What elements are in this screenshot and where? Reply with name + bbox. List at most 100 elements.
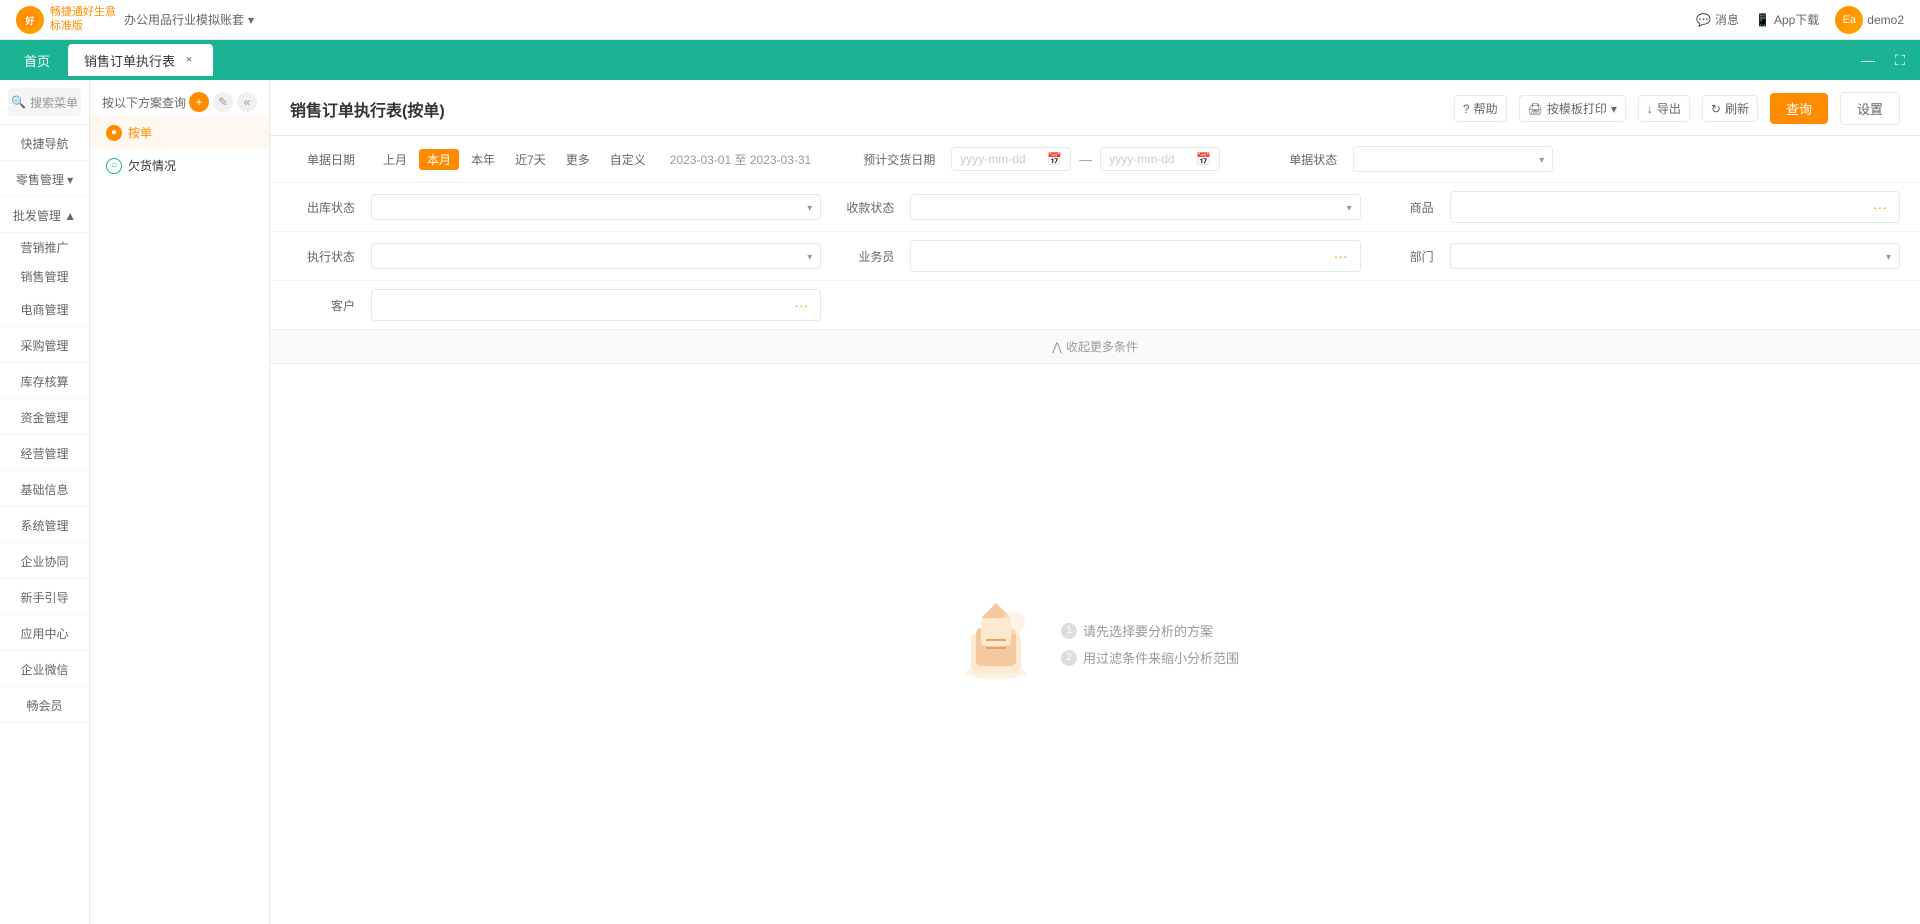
- help-button[interactable]: ? 帮助: [1454, 95, 1507, 122]
- goods-label: 商品: [1369, 199, 1434, 216]
- out-status-chevron-down-icon: [807, 200, 812, 214]
- tab-home[interactable]: 首页: [8, 44, 66, 76]
- salesman-dots-icon[interactable]: ···: [1330, 246, 1352, 266]
- window-minimize-button[interactable]: —: [1856, 48, 1880, 72]
- dept-select[interactable]: [1450, 243, 1900, 269]
- salesman-select[interactable]: ···: [910, 240, 1360, 272]
- empty-svg: [951, 598, 1041, 688]
- sidebar-item-qiye[interactable]: 企业协同: [0, 543, 89, 579]
- empty-step2: 2 用过滤条件来缩小分析范围: [1061, 648, 1239, 667]
- sidebar-item-lingshou[interactable]: 零售管理 ▾: [0, 161, 89, 197]
- sidebar-item-qiyeweixin[interactable]: 企业微信: [0, 651, 89, 687]
- app-download-button[interactable]: 📱 App下载: [1755, 11, 1819, 28]
- plan-item-qiankuan[interactable]: ○ 欠货情况: [90, 149, 269, 182]
- date-tab-lastmonth[interactable]: 上月: [375, 149, 415, 170]
- exec-status-label: 执行状态: [290, 248, 355, 265]
- forecast-date-end[interactable]: yyyy-mm-dd 📅: [1100, 147, 1220, 171]
- goods-dots-icon[interactable]: ···: [1869, 197, 1891, 217]
- user-menu[interactable]: Ea demo2: [1835, 6, 1904, 34]
- logo-area: 好 畅捷通好生意 标准版: [16, 6, 116, 34]
- date-tab-thisyear[interactable]: 本年: [463, 149, 503, 170]
- date-tab-custom[interactable]: 自定义: [602, 149, 654, 170]
- forecast-date-label: 预计交货日期: [863, 151, 935, 168]
- page-title: 销售订单执行表(按单): [290, 97, 445, 121]
- sidebar-item-jichu[interactable]: 基础信息: [0, 471, 89, 507]
- filter-row-4: 客户 ···: [270, 281, 1920, 329]
- goods-select[interactable]: ···: [1450, 191, 1900, 223]
- recv-status-label: 收款状态: [829, 199, 894, 216]
- print-icon: 🖨: [1528, 102, 1543, 116]
- edit-plan-button[interactable]: ✎: [213, 92, 233, 112]
- customer-label: 客户: [290, 297, 355, 314]
- tab-close-icon[interactable]: ×: [181, 52, 197, 68]
- settings-button[interactable]: 设置: [1840, 92, 1900, 125]
- dept-label: 部门: [1369, 248, 1434, 265]
- app-icon: 📱: [1755, 13, 1770, 27]
- print-button[interactable]: 🖨 按模板打印 ▾: [1519, 95, 1626, 122]
- out-status-label: 出库状态: [290, 199, 355, 216]
- collapse-filter-button[interactable]: ⋀ 收起更多条件: [270, 329, 1920, 363]
- sidebar-item-xinshou[interactable]: 新手引导: [0, 579, 89, 615]
- export-button[interactable]: ↓ 导出: [1638, 95, 1690, 122]
- print-chevron-down-icon: ▾: [1611, 102, 1617, 116]
- out-status-select[interactable]: [371, 194, 821, 220]
- step1-num: 1: [1061, 623, 1077, 639]
- main-layout: 🔍 搜索菜单 快捷导航 零售管理 ▾ 批发管理 ▲ 营销推广 销售管理 电商管理…: [0, 80, 1920, 924]
- sidebar-subitem-yingxiao[interactable]: 营销推广: [0, 233, 89, 262]
- date-tabs: 上月 本月 本年 近7天 更多 自定义: [375, 149, 654, 170]
- msg-icon: 💬: [1696, 13, 1711, 27]
- sidebar-item-yingyong[interactable]: 应用中心: [0, 615, 89, 651]
- sidebar-item-kucun[interactable]: 库存核算: [0, 363, 89, 399]
- help-icon: ?: [1463, 102, 1470, 116]
- calendar2-icon: 📅: [1196, 152, 1211, 166]
- status-chevron-down-icon: [1539, 152, 1544, 166]
- filter-section: 单据日期 上月 本月 本年 近7天 更多 自定义 2023-03-01 至 20…: [270, 136, 1920, 364]
- sidebar-item-kuaijie[interactable]: 快捷导航: [0, 125, 89, 161]
- plan-dot-normal: ○: [106, 158, 122, 174]
- export-icon: ↓: [1647, 102, 1653, 116]
- query-button[interactable]: 查询: [1770, 93, 1828, 124]
- empty-illustration: [951, 598, 1041, 691]
- refresh-icon: ↻: [1711, 102, 1721, 116]
- tab-bar: 首页 销售订单执行表 × — ⛶: [0, 40, 1920, 80]
- date-tab-recent7[interactable]: 近7天: [507, 149, 554, 170]
- tab-sales-order[interactable]: 销售订单执行表 ×: [68, 44, 213, 76]
- page-header: 销售订单执行表(按单) ? 帮助 🖨 按模板打印 ▾: [270, 80, 1920, 136]
- exec-status-chevron-down-icon: [807, 249, 812, 263]
- customer-dots-icon[interactable]: ···: [790, 295, 812, 315]
- recv-status-select[interactable]: [910, 194, 1360, 220]
- refresh-button[interactable]: ↻ 刷新: [1702, 95, 1758, 122]
- sidebar-item-jingying[interactable]: 经营管理: [0, 435, 89, 471]
- sidebar: 🔍 搜索菜单 快捷导航 零售管理 ▾ 批发管理 ▲ 营销推广 销售管理 电商管理…: [0, 80, 90, 924]
- plan-item-andan[interactable]: ● 按单: [90, 116, 269, 149]
- collapse-up-icon: ⋀: [1052, 340, 1062, 354]
- logo-icon: 好: [16, 6, 44, 34]
- add-plan-button[interactable]: +: [189, 92, 209, 112]
- status-select[interactable]: [1353, 146, 1553, 172]
- date-tab-more[interactable]: 更多: [558, 149, 598, 170]
- msg-button[interactable]: 💬 消息: [1696, 11, 1739, 28]
- sidebar-subitem-xiaoshou[interactable]: 销售管理: [0, 262, 89, 291]
- forecast-date-start[interactable]: yyyy-mm-dd 📅: [951, 147, 1071, 171]
- sidebar-item-changhui[interactable]: 畅会员: [0, 687, 89, 723]
- sidebar-search: 🔍 搜索菜单: [0, 80, 89, 125]
- sidebar-item-zijin[interactable]: 资金管理: [0, 399, 89, 435]
- date-label: 单据日期: [290, 151, 355, 168]
- collapse-panel-button[interactable]: «: [237, 92, 257, 112]
- search-menu-button[interactable]: 🔍 搜索菜单: [8, 88, 81, 116]
- main-content: 销售订单执行表(按单) ? 帮助 🖨 按模板打印 ▾: [270, 80, 1920, 924]
- exec-status-select[interactable]: [371, 243, 821, 269]
- dept-chevron-down-icon: [1886, 249, 1891, 263]
- sidebar-item-caigou[interactable]: 采购管理: [0, 327, 89, 363]
- sidebar-item-xitong[interactable]: 系统管理: [0, 507, 89, 543]
- status-label: 单据状态: [1272, 151, 1337, 168]
- tab-bar-right: — ⛶: [1856, 48, 1912, 72]
- forecast-date-section: 预计交货日期 yyyy-mm-dd 📅 — yyyy-mm-dd 📅: [863, 147, 1220, 171]
- sidebar-item-dianshang[interactable]: 电商管理: [0, 291, 89, 327]
- window-maximize-button[interactable]: ⛶: [1888, 48, 1912, 72]
- breadcrumb[interactable]: 办公用品行业模拟账套 ▾: [124, 11, 254, 28]
- customer-select[interactable]: ···: [371, 289, 821, 321]
- date-tab-thismonth[interactable]: 本月: [419, 149, 459, 170]
- sidebar-item-pifa[interactable]: 批发管理 ▲: [0, 197, 89, 233]
- main-body: 按以下方案查询 + ✎ « ● 按单 ○ 欠货情况: [90, 80, 1920, 924]
